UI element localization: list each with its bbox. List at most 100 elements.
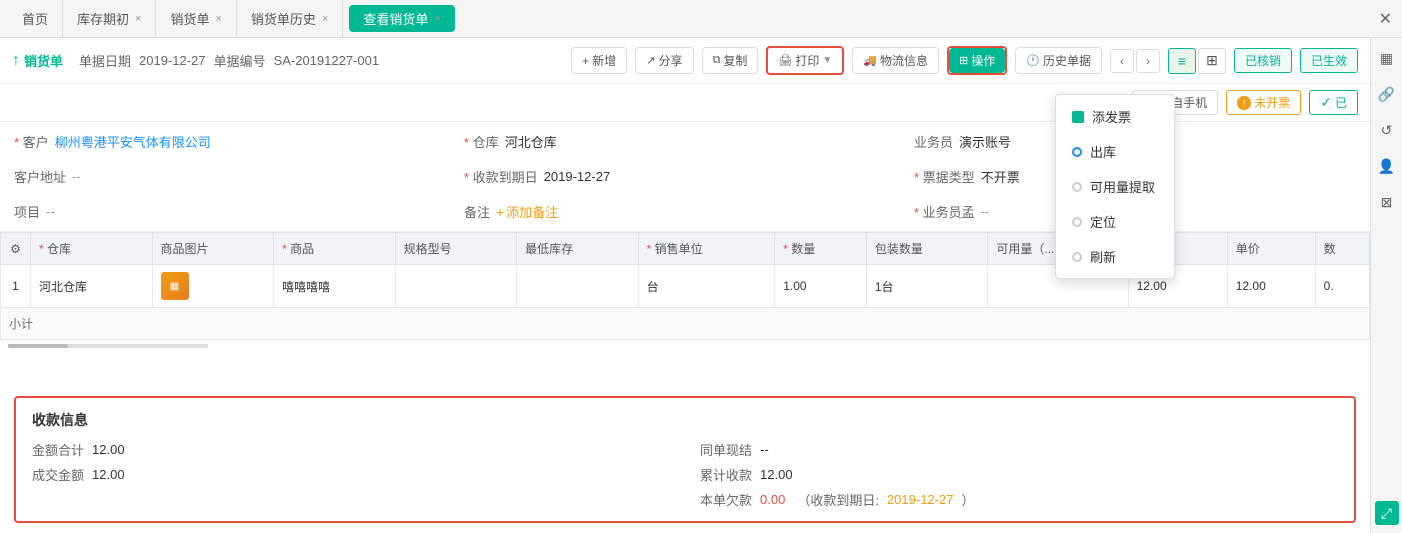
- sidebar-icon-link[interactable]: 🔗: [1375, 82, 1399, 106]
- project-label: 项目: [14, 202, 40, 221]
- col-qty: 数量: [775, 233, 867, 265]
- tab-sales-history[interactable]: 销货单历史 ×: [237, 0, 343, 38]
- cell-unit-price: 12.00: [1227, 265, 1315, 308]
- copy-button[interactable]: ⧉ 复制: [702, 47, 759, 74]
- window-close-button[interactable]: ✕: [1379, 9, 1392, 29]
- cell-min-stock: [517, 265, 639, 308]
- same-single-settle-label: 同单现结: [700, 440, 752, 459]
- col-unit: 销售单位: [638, 233, 775, 265]
- customer-value[interactable]: 柳州粤港平安气体有限公司: [55, 132, 211, 151]
- cumulative-payment-value: 12.00: [760, 467, 793, 482]
- col-settings[interactable]: ⚙: [1, 233, 31, 265]
- view-toggle: ≡ ⊞: [1168, 48, 1226, 74]
- tab-view-sales-close[interactable]: ×: [434, 13, 440, 25]
- payment-due-end: ）: [961, 490, 974, 509]
- doc-number-value: SA-20191227-001: [274, 53, 380, 68]
- col-spec: 规格型号: [395, 233, 517, 265]
- tab-sales-history-close[interactable]: ×: [322, 13, 328, 25]
- transaction-amount-label: 成交金额: [32, 465, 84, 484]
- scroll-indicator[interactable]: [8, 344, 208, 348]
- address-row: 客户地址 --: [14, 167, 456, 186]
- scroll-thumb: [8, 344, 68, 348]
- current-debt-row: 本单欠款 0.00 （收款到期日: 2019-12-27 ）: [700, 490, 1338, 509]
- warehouse-row: 仓库 河北仓库: [464, 132, 906, 151]
- dropdown-available-qty[interactable]: 可用量提取: [1056, 169, 1174, 204]
- amount-total-label: 金额合计: [32, 440, 84, 459]
- cell-num: 1: [1, 265, 31, 308]
- same-single-settle-row: 同单现结 --: [700, 440, 1338, 459]
- doc-meta: 单据日期 2019-12-27 单据编号 SA-20191227-001: [79, 51, 379, 70]
- tab-sales-close[interactable]: ×: [215, 13, 221, 25]
- dropdown-out-stock[interactable]: 出库: [1056, 134, 1174, 169]
- tab-inventory[interactable]: 库存期初 ×: [63, 0, 156, 38]
- sidebar-icon-rotate[interactable]: ↺: [1375, 118, 1399, 142]
- transaction-amount-value: 12.00: [92, 467, 125, 482]
- cell-product: 嘻嘻嘻嘻: [274, 265, 396, 308]
- current-debt-value: 0.00: [760, 492, 785, 507]
- amount-total-row: 金额合计 12.00: [32, 440, 670, 459]
- current-debt-label: 本单欠款: [700, 490, 752, 509]
- staff2-value: --: [981, 204, 990, 219]
- history-button[interactable]: 🕐 历史单据: [1015, 47, 1102, 74]
- tab-bar: 首页 库存期初 × 销货单 × 销货单历史 × 查看销货单 × ✕: [0, 0, 1402, 38]
- amount-total-value: 12.00: [92, 442, 125, 457]
- circle-icon: [1072, 147, 1082, 157]
- transaction-amount-row: 成交金额 12.00: [32, 465, 670, 484]
- empty-cell: [32, 490, 670, 509]
- operate-button[interactable]: ⊞ 操作: [949, 48, 1005, 73]
- col-product: 商品: [274, 233, 396, 265]
- circle-icon-3: [1072, 217, 1082, 227]
- logistics-button[interactable]: 🚚 物流信息: [852, 47, 939, 74]
- sold-badge: 已核销: [1234, 48, 1292, 73]
- col-min-stock: 最低库存: [517, 233, 639, 265]
- add-note-button[interactable]: + 添加备注: [496, 202, 558, 221]
- tab-view-sales[interactable]: 查看销货单 ×: [349, 5, 454, 32]
- payment-due-date: 2019-12-27: [887, 492, 954, 507]
- print-highlight-box: 🖨 打印 ▼: [766, 46, 844, 75]
- product-image: ▦: [161, 272, 189, 300]
- payment-date-row: 收款到期日 2019-12-27: [464, 167, 906, 186]
- cell-amount: 0.: [1315, 265, 1369, 308]
- col-warehouse: 仓库: [31, 233, 153, 265]
- list-view-button[interactable]: ≡: [1168, 48, 1196, 74]
- next-button[interactable]: ›: [1136, 49, 1160, 73]
- sidebar-icon-user[interactable]: 👤: [1375, 154, 1399, 178]
- dropdown-refresh[interactable]: 刷新: [1056, 239, 1174, 274]
- cell-qty: 1.00: [775, 265, 867, 308]
- col-product-img: 商品图片: [152, 233, 274, 265]
- col-unit-price: 单价: [1227, 233, 1315, 265]
- ticket-type-label: 票据类型: [914, 167, 975, 186]
- sidebar-icon-expand[interactable]: ⊠: [1375, 190, 1399, 214]
- sidebar-icon-fullscreen[interactable]: ⤢: [1375, 501, 1399, 525]
- share-button[interactable]: ↗ 分享: [635, 47, 693, 74]
- dropdown-locate[interactable]: 定位: [1056, 204, 1174, 239]
- cell-pack-qty: 1台: [866, 265, 988, 308]
- square-icon: [1072, 111, 1084, 123]
- grid-view-button[interactable]: ⊞: [1198, 48, 1226, 74]
- project-value: --: [46, 204, 55, 219]
- payment-date-label: 收款到期日: [464, 167, 538, 186]
- cumulative-payment-row: 累计收款 12.00: [700, 465, 1338, 484]
- sidebar-icon-grid[interactable]: ▦: [1375, 46, 1399, 70]
- tab-sales[interactable]: 销货单 ×: [156, 0, 236, 38]
- new-button[interactable]: + 新增: [571, 47, 627, 74]
- tab-home[interactable]: 首页: [8, 0, 63, 38]
- customer-label: 客户: [14, 132, 49, 151]
- operate-highlight-box: ⊞ 操作: [947, 46, 1007, 75]
- scroll-indicator-container: [0, 340, 1370, 352]
- subtotal-label: 小计: [1, 308, 1370, 340]
- payment-due-bracket-label: （收款到期日:: [797, 490, 879, 509]
- tab-inventory-close[interactable]: ×: [135, 13, 141, 25]
- payment-info-title: 收款信息: [32, 410, 1338, 430]
- cell-product-img: ▦: [152, 265, 274, 308]
- note-label: 备注: [464, 202, 490, 221]
- same-single-settle-value: --: [760, 442, 769, 457]
- payment-info-grid: 金额合计 12.00 同单现结 -- 成交金额 12.00 累计收款 12.00: [32, 440, 1338, 509]
- payment-info-box: 收款信息 金额合计 12.00 同单现结 -- 成交金额 12.00 累计收款 …: [14, 396, 1356, 523]
- dropdown-add-invoice[interactable]: 添发票: [1056, 99, 1174, 134]
- doc-date-value: 2019-12-27: [139, 53, 206, 68]
- print-button[interactable]: 🖨 打印 ▼: [768, 48, 842, 73]
- prev-button[interactable]: ‹: [1110, 49, 1134, 73]
- check-button[interactable]: ✓ 已: [1309, 90, 1358, 115]
- not-open-button[interactable]: ! 未开票: [1226, 90, 1301, 115]
